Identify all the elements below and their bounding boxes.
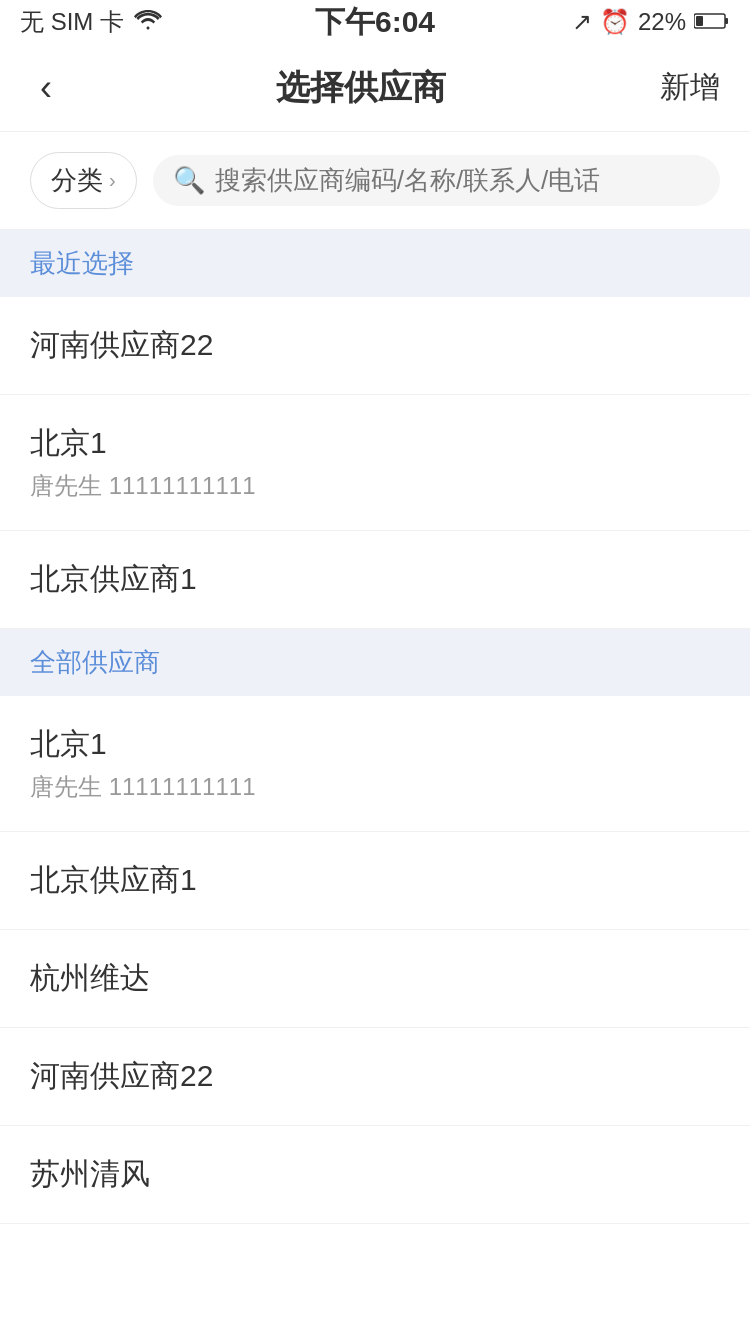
search-input-wrap: 🔍	[153, 155, 720, 206]
carrier-text: 无 SIM 卡	[20, 6, 124, 38]
section-header-0: 最近选择	[0, 230, 750, 297]
list-item[interactable]: 北京1 唐先生 11111111111	[0, 696, 750, 832]
status-time: 下午6:04	[315, 2, 435, 43]
item-name: 河南供应商22	[30, 1056, 720, 1097]
back-button[interactable]: ‹	[30, 57, 62, 119]
item-name: 北京1	[30, 423, 720, 464]
list-item[interactable]: 杭州维达	[0, 930, 750, 1028]
list-item[interactable]: 北京1 唐先生 11111111111	[0, 395, 750, 531]
item-name: 杭州维达	[30, 958, 720, 999]
list-item[interactable]: 北京供应商1	[0, 531, 750, 629]
item-name: 河南供应商22	[30, 325, 720, 366]
page-title: 选择供应商	[276, 65, 446, 111]
item-sub: 唐先生 11111111111	[30, 470, 720, 502]
battery-text: 22%	[638, 8, 686, 36]
item-name: 北京供应商1	[30, 860, 720, 901]
item-name: 北京1	[30, 724, 720, 765]
category-button[interactable]: 分类 ›	[30, 152, 137, 209]
supplier-list: 最近选择河南供应商22 北京1 唐先生 11111111111 北京供应商1 全部供应商…	[0, 230, 750, 1224]
list-item[interactable]: 北京供应商1	[0, 832, 750, 930]
new-action-button[interactable]: 新增	[660, 67, 720, 108]
svg-rect-2	[696, 16, 703, 26]
chevron-right-icon: ›	[109, 169, 116, 192]
list-item[interactable]: 苏州清风	[0, 1126, 750, 1224]
status-left: 无 SIM 卡	[20, 6, 162, 38]
item-name: 苏州清风	[30, 1154, 720, 1195]
alarm-icon: ⏰	[600, 8, 630, 36]
battery-icon	[694, 8, 730, 36]
nav-bar: ‹ 选择供应商 新增	[0, 44, 750, 132]
item-sub: 唐先生 11111111111	[30, 771, 720, 803]
location-icon: ↗	[572, 8, 592, 36]
category-label: 分类	[51, 163, 103, 198]
status-bar: 无 SIM 卡 下午6:04 ↗ ⏰ 22%	[0, 0, 750, 44]
status-right: ↗ ⏰ 22%	[572, 8, 730, 36]
search-area: 分类 › 🔍	[0, 132, 750, 230]
list-item[interactable]: 河南供应商22	[0, 297, 750, 395]
section-header-1: 全部供应商	[0, 629, 750, 696]
list-item[interactable]: 河南供应商22	[0, 1028, 750, 1126]
wifi-icon	[134, 8, 162, 36]
section-title-1: 全部供应商	[30, 647, 160, 677]
search-input[interactable]	[215, 165, 700, 196]
item-name: 北京供应商1	[30, 559, 720, 600]
svg-rect-1	[725, 18, 728, 24]
section-title-0: 最近选择	[30, 248, 134, 278]
search-icon: 🔍	[173, 165, 205, 196]
